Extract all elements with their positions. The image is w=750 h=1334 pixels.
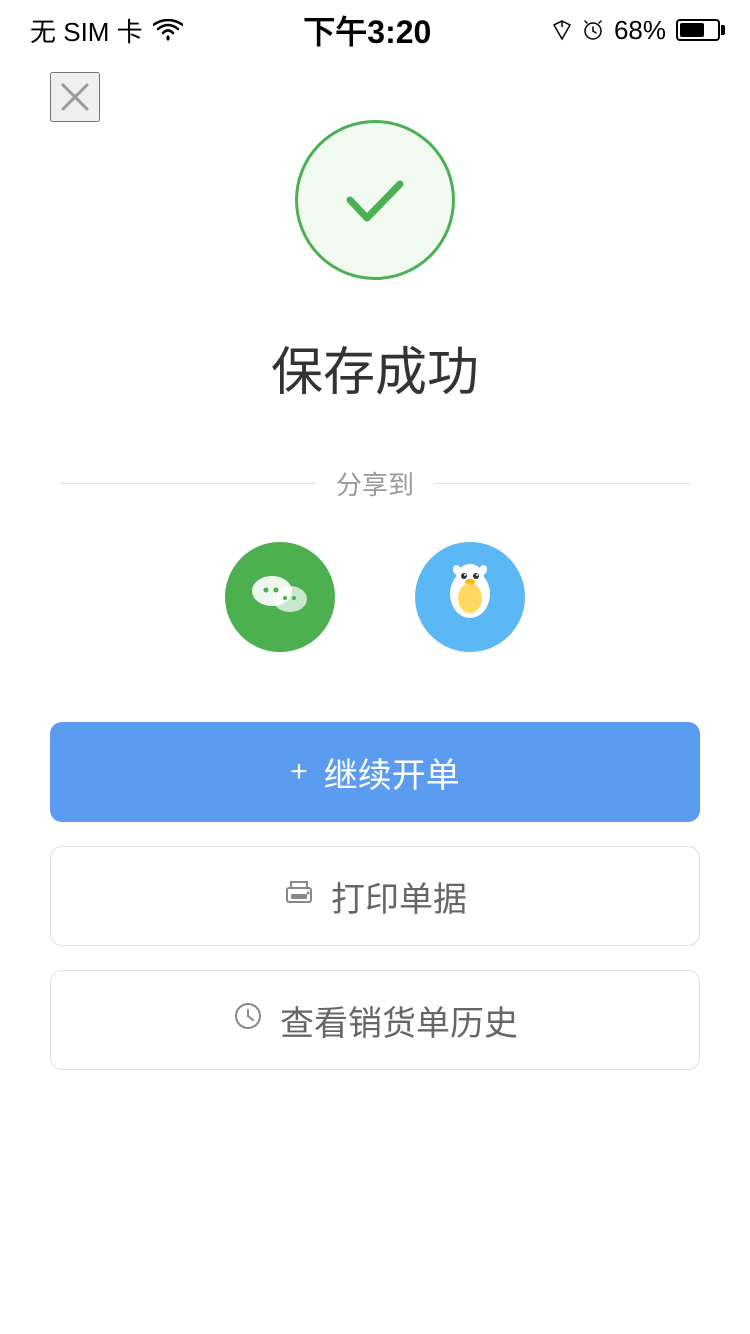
success-title: 保存成功 [271,330,479,405]
location-icon [552,19,572,41]
carrier-text: 无 SIM 卡 [30,12,143,49]
battery-indicator [676,19,720,41]
success-indicator [295,120,455,280]
main-content: 保存成功 分享到 [0,60,750,1070]
share-icons-row [225,542,525,652]
continue-order-button[interactable]: + 继续开单 [50,722,700,822]
share-label: 分享到 [316,465,434,502]
close-button[interactable] [50,72,100,122]
printer-icon [283,876,315,916]
status-right: 68% [552,15,720,46]
history-icon [232,1000,264,1040]
close-icon [59,81,91,113]
plus-icon: + [290,755,308,789]
status-bar: 无 SIM 卡 下午3:20 68% [0,0,750,60]
divider-left [60,483,316,484]
battery-percent: 68% [614,15,666,46]
qq-icon [440,562,500,632]
share-section: 分享到 [0,465,750,652]
checkmark-icon [335,160,415,240]
qq-share-button[interactable] [415,542,525,652]
print-receipt-label: 打印单据 [331,872,467,921]
wechat-share-button[interactable] [225,542,335,652]
status-time: 下午3:20 [303,7,431,53]
continue-order-label: 继续开单 [324,748,460,797]
wifi-icon [153,19,183,41]
view-history-label: 查看销货单历史 [280,996,518,1045]
alarm-icon [582,19,604,41]
divider-row: 分享到 [0,465,750,502]
status-left: 无 SIM 卡 [30,12,183,49]
view-history-button[interactable]: 查看销货单历史 [50,970,700,1070]
action-buttons: + 继续开单 打印单据 查看销货单历史 [0,722,750,1070]
wechat-icon [248,569,312,625]
divider-right [434,483,690,484]
print-receipt-button[interactable]: 打印单据 [50,846,700,946]
